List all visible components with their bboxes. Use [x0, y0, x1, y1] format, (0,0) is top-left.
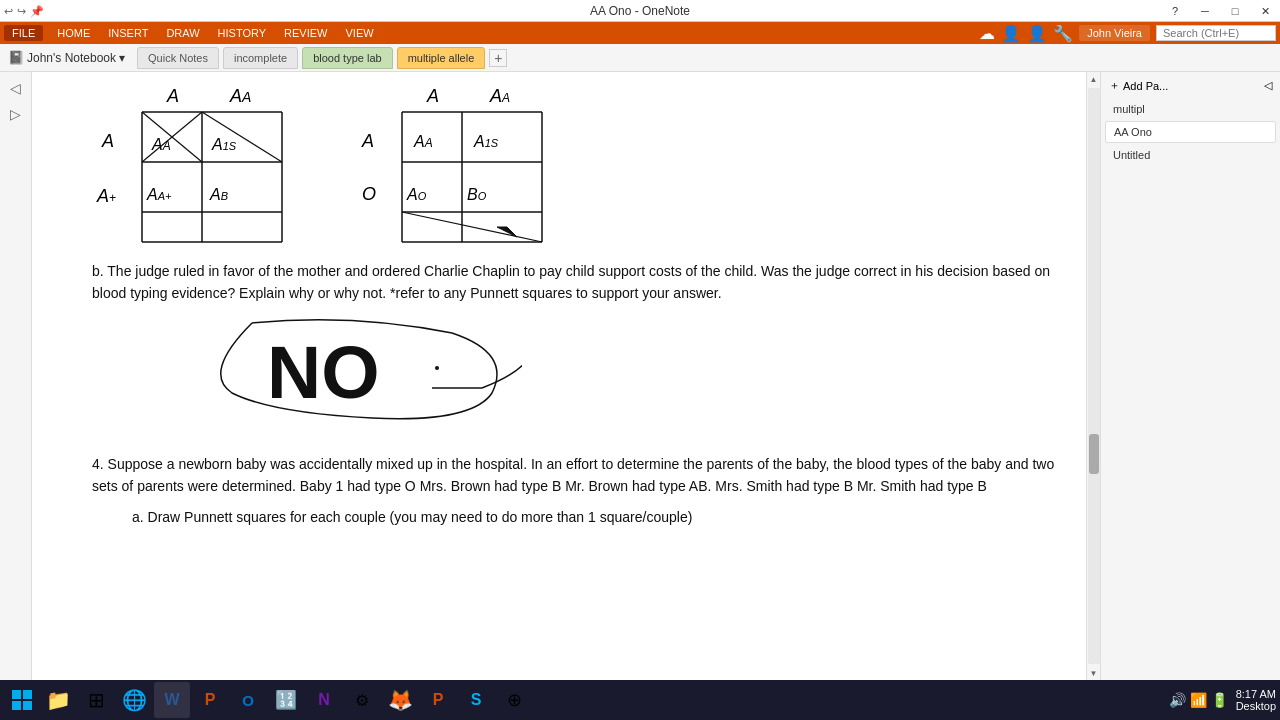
title-bar: ↩ ↪ 📌 AA Ono - OneNote ? ─ □ ✕ — [0, 0, 1280, 22]
ribbon: FILE HOME INSERT DRAW HISTORY REVIEW VIE… — [0, 22, 1280, 44]
main-layout: ◁ ▷ A AA A — [0, 72, 1280, 680]
question-b: b. The judge ruled in favor of the mothe… — [92, 260, 1066, 305]
svg-text:NO: NO — [267, 330, 380, 414]
right-panel-header: ＋ Add Pa... ◁ — [1105, 76, 1276, 95]
svg-text:A+: A+ — [96, 186, 116, 206]
svg-text:A: A — [426, 86, 439, 106]
punnett-right: A AA A O AA A1S AO BO — [342, 82, 562, 252]
right-panel-toggle[interactable]: ◁ — [1264, 79, 1272, 92]
scroll-down-btn[interactable]: ▼ — [1087, 666, 1101, 680]
page-multipl[interactable]: multipl — [1105, 99, 1276, 119]
sidebar-expand-btn[interactable]: ▷ — [4, 102, 28, 126]
sidebar-collapse-btn[interactable]: ◁ — [4, 76, 28, 100]
no-svg: NO — [172, 313, 522, 423]
tab-home[interactable]: HOME — [49, 25, 98, 41]
taskbar-onenote-main[interactable]: N — [306, 682, 342, 718]
svg-point-35 — [435, 366, 439, 370]
svg-text:AA: AA — [413, 133, 433, 150]
svg-text:AA: AA — [151, 136, 171, 153]
question-4-text: 4. Suppose a newborn baby was accidental… — [92, 453, 1066, 498]
svg-rect-38 — [23, 690, 32, 699]
taskbar-extra[interactable]: ⊕ — [496, 682, 532, 718]
svg-rect-39 — [12, 701, 21, 710]
taskbar-metro[interactable]: ⊞ — [78, 682, 114, 718]
svg-rect-40 — [23, 701, 32, 710]
question-4-area: 4. Suppose a newborn baby was accidental… — [92, 453, 1066, 528]
svg-text:BO: BO — [467, 186, 487, 203]
svg-text:AA: AA — [489, 86, 510, 106]
taskbar-calc[interactable]: 🔢 — [268, 682, 304, 718]
scroll-up-btn[interactable]: ▲ — [1087, 72, 1101, 86]
svg-line-33 — [402, 212, 542, 242]
sys-icons: 🔊 📶 🔋 — [1169, 692, 1228, 708]
svg-text:A: A — [166, 86, 179, 106]
taskbar-outlook[interactable]: O — [230, 682, 266, 718]
svg-text:AA: AA — [229, 86, 251, 106]
search-input[interactable] — [1156, 25, 1276, 41]
taskbar-skype[interactable]: S — [458, 682, 494, 718]
svg-text:A1S: A1S — [211, 136, 237, 153]
svg-text:AB: AB — [209, 186, 228, 203]
tab-file[interactable]: FILE — [4, 25, 43, 41]
tab-incomplete[interactable]: incomplete — [223, 47, 298, 69]
punnett-drawings: A AA A A+ AA A1S AA+ AB — [92, 82, 1066, 252]
svg-text:A: A — [361, 131, 374, 151]
taskbar-clock: 8:17 AM Desktop — [1236, 688, 1276, 712]
question-4a: a. Draw Punnett squares for each couple … — [132, 506, 1066, 528]
minimize-btn[interactable]: ─ — [1190, 0, 1220, 22]
taskbar-explorer[interactable]: 📁 — [40, 682, 76, 718]
tab-multiple-allele[interactable]: multiple allele — [397, 47, 486, 69]
tab-add-button[interactable]: + — [489, 49, 507, 67]
tab-insert[interactable]: INSERT — [100, 25, 156, 41]
ribbon-search: ☁ 👤 👤 🔧 John Vieira — [979, 24, 1276, 43]
page-untitled[interactable]: Untitled — [1105, 145, 1276, 165]
svg-rect-37 — [12, 690, 21, 699]
content-area[interactable]: A AA A A+ AA A1S AA+ AB — [32, 72, 1086, 680]
content-scroll: A AA A A+ AA A1S AA+ AB — [92, 82, 1066, 670]
taskbar-settings[interactable]: ⚙ — [344, 682, 380, 718]
left-sidebar: ◁ ▷ — [0, 72, 32, 680]
help-btn[interactable]: ? — [1160, 0, 1190, 22]
tab-view[interactable]: VIEW — [337, 25, 381, 41]
user-name: John Vieira — [1079, 25, 1150, 41]
start-button[interactable] — [4, 682, 40, 718]
taskbar-sys: 🔊 📶 🔋 — [1169, 692, 1228, 708]
tabs-row: 📓 John's Notebook ▾ Quick Notes incomple… — [0, 44, 1280, 72]
svg-text:A: A — [101, 131, 114, 151]
taskbar-powerpoint[interactable]: P — [192, 682, 228, 718]
page-aa-ono[interactable]: AA Ono — [1105, 121, 1276, 143]
tab-blood-type[interactable]: blood type lab — [302, 47, 393, 69]
tab-draw[interactable]: DRAW — [158, 25, 207, 41]
taskbar-ie[interactable]: 🌐 — [116, 682, 152, 718]
taskbar-items: 📁 ⊞ 🌐 W P O 🔢 N ⚙ 🦊 P S ⊕ — [40, 682, 1169, 718]
no-answer-area: NO — [92, 313, 1066, 433]
scrollbar: ▲ ▼ — [1086, 72, 1100, 680]
close-btn[interactable]: ✕ — [1250, 0, 1280, 22]
punnett-left: A AA A A+ AA A1S AA+ AB — [92, 82, 302, 252]
maximize-btn[interactable]: □ — [1220, 0, 1250, 22]
tab-history[interactable]: HISTORY — [210, 25, 275, 41]
title-bar-controls: ? ─ □ ✕ — [1160, 0, 1280, 22]
notebook-title[interactable]: 📓 John's Notebook ▾ — [8, 50, 125, 65]
title-bar-left: ↩ ↪ 📌 — [4, 0, 44, 22]
taskbar-word[interactable]: W — [154, 682, 190, 718]
tab-quick-notes[interactable]: Quick Notes — [137, 47, 219, 69]
add-page-btn[interactable]: ＋ Add Pa... — [1109, 78, 1168, 93]
svg-text:AA+: AA+ — [146, 186, 172, 203]
right-panel: ＋ Add Pa... ◁ multipl AA Ono Untitled — [1100, 72, 1280, 680]
scroll-thumb[interactable] — [1089, 434, 1099, 474]
taskbar-ppt2[interactable]: P — [420, 682, 456, 718]
svg-text:A1S: A1S — [473, 133, 499, 150]
windows-icon — [11, 689, 33, 711]
tab-review[interactable]: REVIEW — [276, 25, 335, 41]
scroll-track[interactable] — [1088, 88, 1100, 664]
taskbar-firefox[interactable]: 🦊 — [382, 682, 418, 718]
window-title: AA Ono - OneNote — [590, 4, 690, 18]
svg-text:O: O — [362, 184, 376, 204]
taskbar: 📁 ⊞ 🌐 W P O 🔢 N ⚙ 🦊 P S ⊕ 🔊 📶 🔋 8:17 AM … — [0, 680, 1280, 720]
svg-text:AO: AO — [406, 186, 427, 203]
